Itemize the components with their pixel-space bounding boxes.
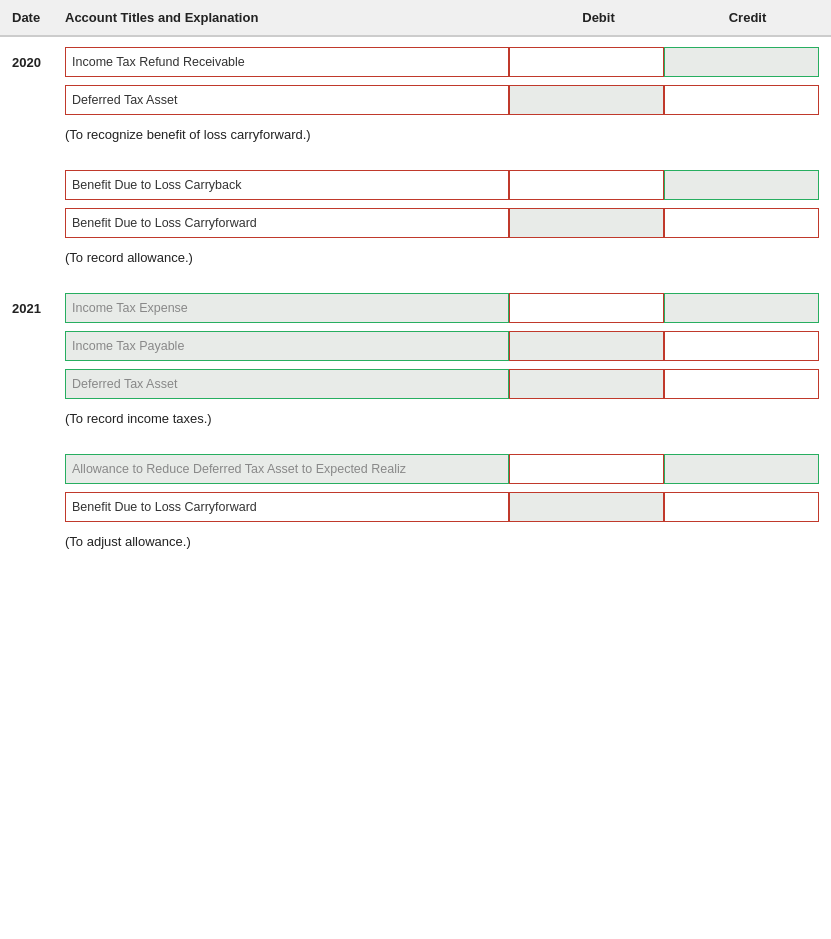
account-input[interactable] [65, 492, 509, 522]
note-row: (To record allowance.) [0, 246, 831, 273]
entry-row [0, 85, 831, 115]
note-text: (To adjust allowance.) [65, 530, 191, 557]
entry-row [0, 492, 831, 522]
date-cell: 2020 [0, 55, 65, 70]
credit-input[interactable] [664, 492, 819, 522]
note-text: (To record allowance.) [65, 246, 193, 273]
debit-input[interactable] [509, 492, 664, 522]
header-account: Account Titles and Explanation [65, 10, 521, 25]
entry-row [0, 208, 831, 238]
note-row: (To adjust allowance.) [0, 530, 831, 557]
credit-input[interactable] [664, 85, 819, 115]
sections-container: 2020 (To recognize benefit of loss carryf… [0, 37, 831, 557]
account-input[interactable] [65, 47, 509, 77]
journal-table: Date Account Titles and Explanation Debi… [0, 0, 831, 939]
debit-input[interactable] [509, 85, 664, 115]
credit-input[interactable] [664, 47, 819, 77]
section-1: (To record allowance.) [0, 160, 831, 273]
section-2: 2021 (To record income taxes.) [0, 283, 831, 434]
debit-input[interactable] [509, 331, 664, 361]
entry-row [0, 170, 831, 200]
debit-input[interactable] [509, 369, 664, 399]
account-input[interactable] [65, 293, 509, 323]
credit-input[interactable] [664, 293, 819, 323]
note-text: (To record income taxes.) [65, 407, 212, 434]
account-input[interactable] [65, 454, 509, 484]
credit-input[interactable] [664, 170, 819, 200]
debit-input[interactable] [509, 208, 664, 238]
header-credit: Credit [676, 10, 831, 25]
header-debit: Debit [521, 10, 676, 25]
credit-input[interactable] [664, 331, 819, 361]
account-input[interactable] [65, 208, 509, 238]
date-cell: 2021 [0, 301, 65, 316]
account-input[interactable] [65, 369, 509, 399]
account-input[interactable] [65, 331, 509, 361]
entry-row [0, 369, 831, 399]
entry-row [0, 331, 831, 361]
section-3: (To adjust allowance.) [0, 444, 831, 557]
account-input[interactable] [65, 170, 509, 200]
debit-input[interactable] [509, 47, 664, 77]
note-row: (To recognize benefit of loss carryforwa… [0, 123, 831, 150]
debit-input[interactable] [509, 170, 664, 200]
credit-input[interactable] [664, 454, 819, 484]
entry-row [0, 454, 831, 484]
debit-input[interactable] [509, 454, 664, 484]
credit-input[interactable] [664, 369, 819, 399]
table-header: Date Account Titles and Explanation Debi… [0, 0, 831, 37]
account-input[interactable] [65, 85, 509, 115]
entry-row: 2020 [0, 47, 831, 77]
note-text: (To recognize benefit of loss carryforwa… [65, 123, 311, 150]
entry-row: 2021 [0, 293, 831, 323]
note-row: (To record income taxes.) [0, 407, 831, 434]
debit-input[interactable] [509, 293, 664, 323]
section-0: 2020 (To recognize benefit of loss carryf… [0, 37, 831, 150]
credit-input[interactable] [664, 208, 819, 238]
header-date: Date [0, 10, 65, 25]
